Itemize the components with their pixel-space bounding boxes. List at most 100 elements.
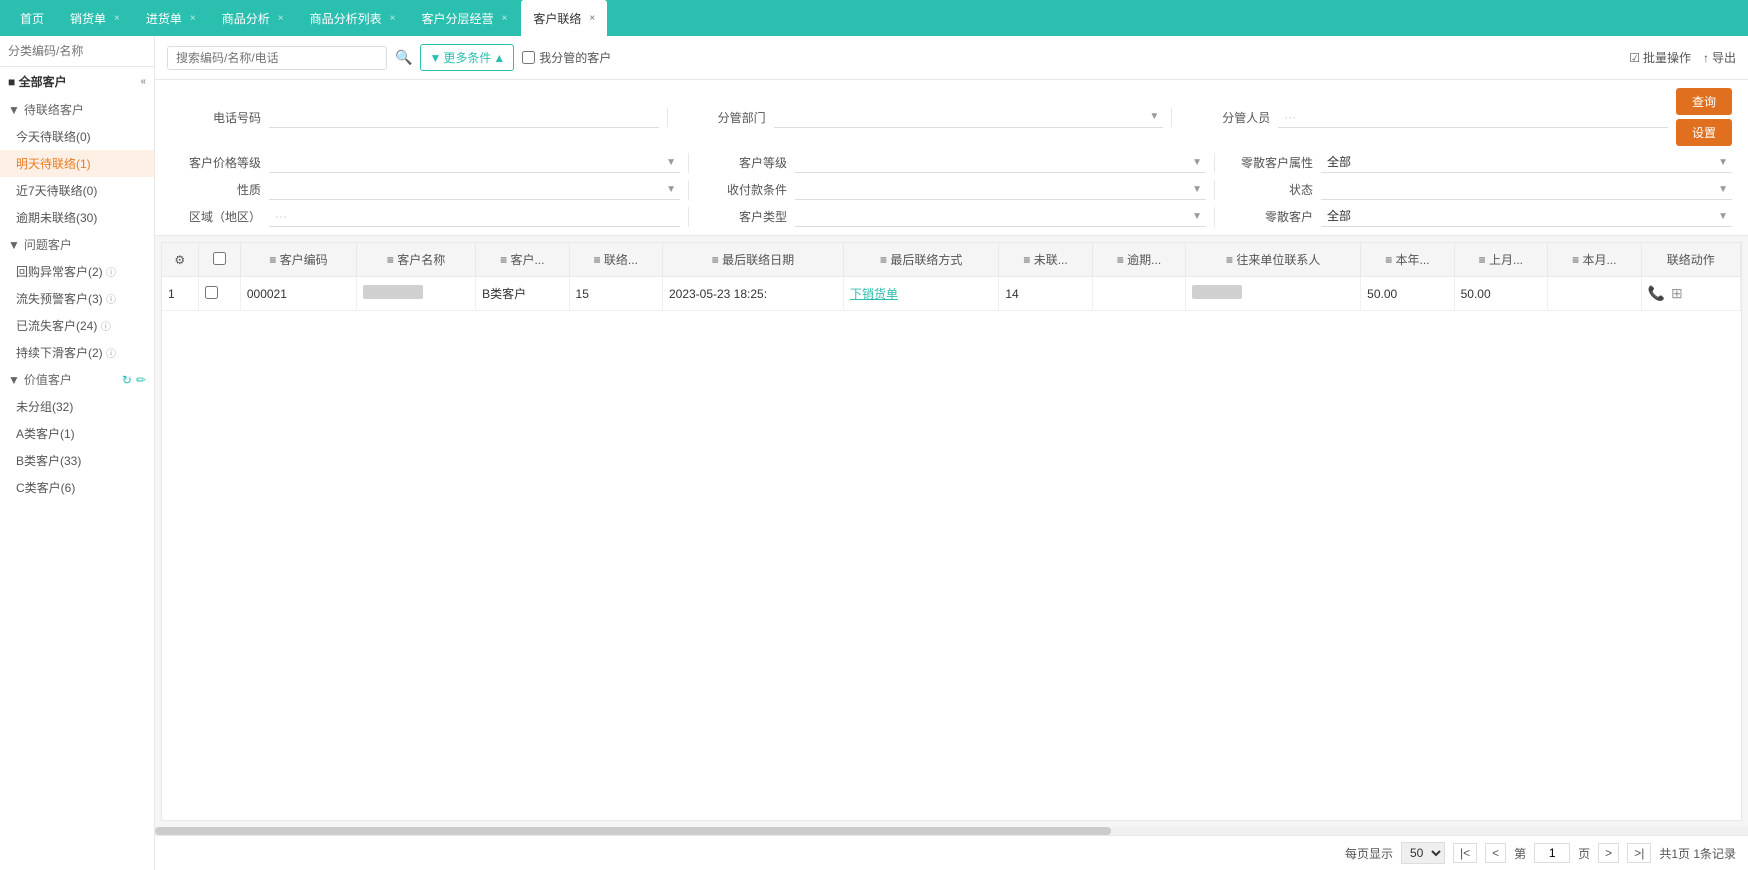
sidebar-item-today[interactable]: 今天待联络(0) <box>0 123 154 150</box>
col-checkbox[interactable] <box>198 243 240 277</box>
retail-customer-select[interactable]: 全部 ▼ <box>1321 206 1732 227</box>
nav-purchase[interactable]: 进货单 × <box>134 0 208 36</box>
sidebar-search-input[interactable] <box>8 44 155 58</box>
manager-label: 分管人员 <box>1180 109 1270 126</box>
payment-input[interactable] <box>801 182 1200 196</box>
nature-input[interactable] <box>275 182 674 196</box>
nav-purchase-close[interactable]: × <box>190 13 196 24</box>
bulk-ops-btn[interactable]: ☑ 批量操作 <box>1629 49 1691 66</box>
payment-select[interactable]: ▼ <box>795 179 1206 200</box>
nav-customer-tier[interactable]: 客户分层经营 × <box>409 0 519 36</box>
filter-phone: 电话号码 <box>171 107 659 128</box>
filter-customer-type: 客户类型 ▼ <box>697 206 1206 227</box>
price-level-input[interactable] <box>275 155 674 169</box>
col-this-month: ≡ 本月... <box>1548 243 1641 277</box>
nav-sales[interactable]: 销货单 × <box>58 0 132 36</box>
last-page-btn[interactable]: >| <box>1627 843 1651 863</box>
search-input[interactable] <box>167 46 387 70</box>
filter-region: 区域（地区） ··· <box>171 206 680 227</box>
action-more-icon[interactable]: ⊞ <box>1671 285 1683 302</box>
status-input[interactable] <box>1327 182 1726 196</box>
action-phone-icon[interactable]: 📞 <box>1648 285 1665 302</box>
sidebar-item-a-class[interactable]: A类客户(1) <box>0 420 154 447</box>
col-gear[interactable]: ⚙ <box>162 243 198 277</box>
nav-customer-contact-close[interactable]: × <box>589 13 595 24</box>
retail-attr-select[interactable]: 全部 ▼ <box>1321 152 1732 173</box>
row-name[interactable] <box>357 277 476 311</box>
row-type: B类客户 <box>476 277 569 311</box>
checkbox-icon: ☑ <box>1629 51 1640 65</box>
export-icon: ↑ <box>1703 51 1709 65</box>
nav-analysis-close[interactable]: × <box>278 13 284 24</box>
sidebar-item-c-class[interactable]: C类客户(6) <box>0 474 154 501</box>
last-contact-link[interactable]: 下销货单 <box>850 287 898 301</box>
nav-analysis-list-close[interactable]: × <box>390 13 396 24</box>
retail-customer-input[interactable]: 全部 <box>1327 209 1726 223</box>
nav-analysis-list[interactable]: 商品分析列表 × <box>298 0 408 36</box>
value-edit[interactable]: ✏ <box>136 373 146 387</box>
col-not-contacted: ≡ 未联... <box>999 243 1092 277</box>
customer-type-input[interactable] <box>801 209 1200 223</box>
divider-2 <box>1171 107 1172 127</box>
sidebar-item-b-class[interactable]: B类客户(33) <box>0 447 154 474</box>
search-button[interactable]: 🔍 <box>395 49 412 66</box>
sidebar-item-tomorrow[interactable]: 明天待联络(1) <box>0 150 154 177</box>
page-number-input[interactable] <box>1534 843 1570 863</box>
sidebar-item-churned[interactable]: 已流失客户(24) ⓘ <box>0 312 154 339</box>
next-page-btn[interactable]: > <box>1598 843 1619 863</box>
data-table: ⚙ ≡ 客户编码 ≡ 客户名称 ≡ 客户... ≡ 联络... ≡ 最后联络日期… <box>162 243 1741 311</box>
phone-input[interactable] <box>269 107 659 128</box>
col-contact: ≡ 联络... <box>569 243 662 277</box>
select-all-checkbox[interactable] <box>213 252 226 265</box>
row-last-contact-method[interactable]: 下销货单 <box>843 277 998 311</box>
prev-page-btn[interactable]: < <box>1485 843 1506 863</box>
export-btn[interactable]: ↑ 导出 <box>1703 49 1736 66</box>
query-button[interactable]: 查询 <box>1676 88 1732 115</box>
sidebar-item-repurchase[interactable]: 回购异常客户(2) ⓘ <box>0 258 154 285</box>
nav-customer-contact[interactable]: 客户联络 × <box>521 0 607 36</box>
nav-home[interactable]: 首页 <box>8 0 56 36</box>
region-field[interactable]: ··· <box>269 206 680 227</box>
scrollbar-thumb[interactable] <box>155 827 1111 835</box>
nav-customer-tier-close[interactable]: × <box>501 13 507 24</box>
group-arrow-1: ▼ <box>8 238 20 252</box>
sidebar-item-overdue[interactable]: 逾期未联络(30) <box>0 204 154 231</box>
sidebar-item-declining[interactable]: 持续下滑客户(2) ⓘ <box>0 339 154 366</box>
value-refresh[interactable]: ↻ <box>122 373 132 387</box>
status-label: 状态 <box>1223 181 1313 198</box>
payment-label: 收付款条件 <box>697 181 787 198</box>
nature-select[interactable]: ▼ <box>269 179 680 200</box>
sidebar-item-churn-warn[interactable]: 流失预警客户(3) ⓘ <box>0 285 154 312</box>
customer-type-select[interactable]: ▼ <box>795 206 1206 227</box>
customer-level-select[interactable]: ▼ <box>795 152 1206 173</box>
retail-attr-input[interactable]: 全部 <box>1327 155 1726 169</box>
sidebar-all-customers[interactable]: ■ 全部客户 « <box>0 67 154 96</box>
reset-button[interactable]: 设置 <box>1676 119 1732 146</box>
row-checkbox[interactable] <box>198 277 240 311</box>
my-customers-checkbox[interactable]: 我分管的客户 <box>522 49 611 66</box>
dept-select[interactable]: ▼ <box>774 107 1164 128</box>
more-conditions-btn[interactable]: ▼ 更多条件 ▲ <box>420 44 514 71</box>
total-records: 共1页 1条记录 <box>1659 845 1736 862</box>
manager-field[interactable]: ··· <box>1278 107 1668 128</box>
dept-select-input[interactable] <box>780 110 1158 124</box>
nav-sales-close[interactable]: × <box>114 13 120 24</box>
sidebar-group-pending[interactable]: ▼ 待联络客户 <box>0 96 154 123</box>
per-page-select[interactable]: 50 <box>1401 842 1445 864</box>
sidebar-item-ungrouped[interactable]: 未分组(32) <box>0 393 154 420</box>
dept-label: 分管部门 <box>676 109 766 126</box>
phone-label: 电话号码 <box>171 109 261 126</box>
nav-analysis[interactable]: 商品分析 × <box>210 0 296 36</box>
my-customers-check[interactable] <box>522 51 535 64</box>
horizontal-scrollbar[interactable] <box>155 827 1748 835</box>
divider-8 <box>1214 207 1215 227</box>
customer-level-input[interactable] <box>801 155 1200 169</box>
price-level-select[interactable]: ▼ <box>269 152 680 173</box>
manager-ellipsis: ··· <box>1284 110 1296 124</box>
sidebar-group-value[interactable]: ▼ 价值客户 ↻ ✏ <box>0 366 154 393</box>
row-select-checkbox[interactable] <box>205 286 218 299</box>
sidebar-item-7days[interactable]: 近7天待联络(0) <box>0 177 154 204</box>
status-select[interactable]: ▼ <box>1321 179 1732 200</box>
first-page-btn[interactable]: |< <box>1453 843 1477 863</box>
sidebar-group-problem[interactable]: ▼ 问题客户 <box>0 231 154 258</box>
